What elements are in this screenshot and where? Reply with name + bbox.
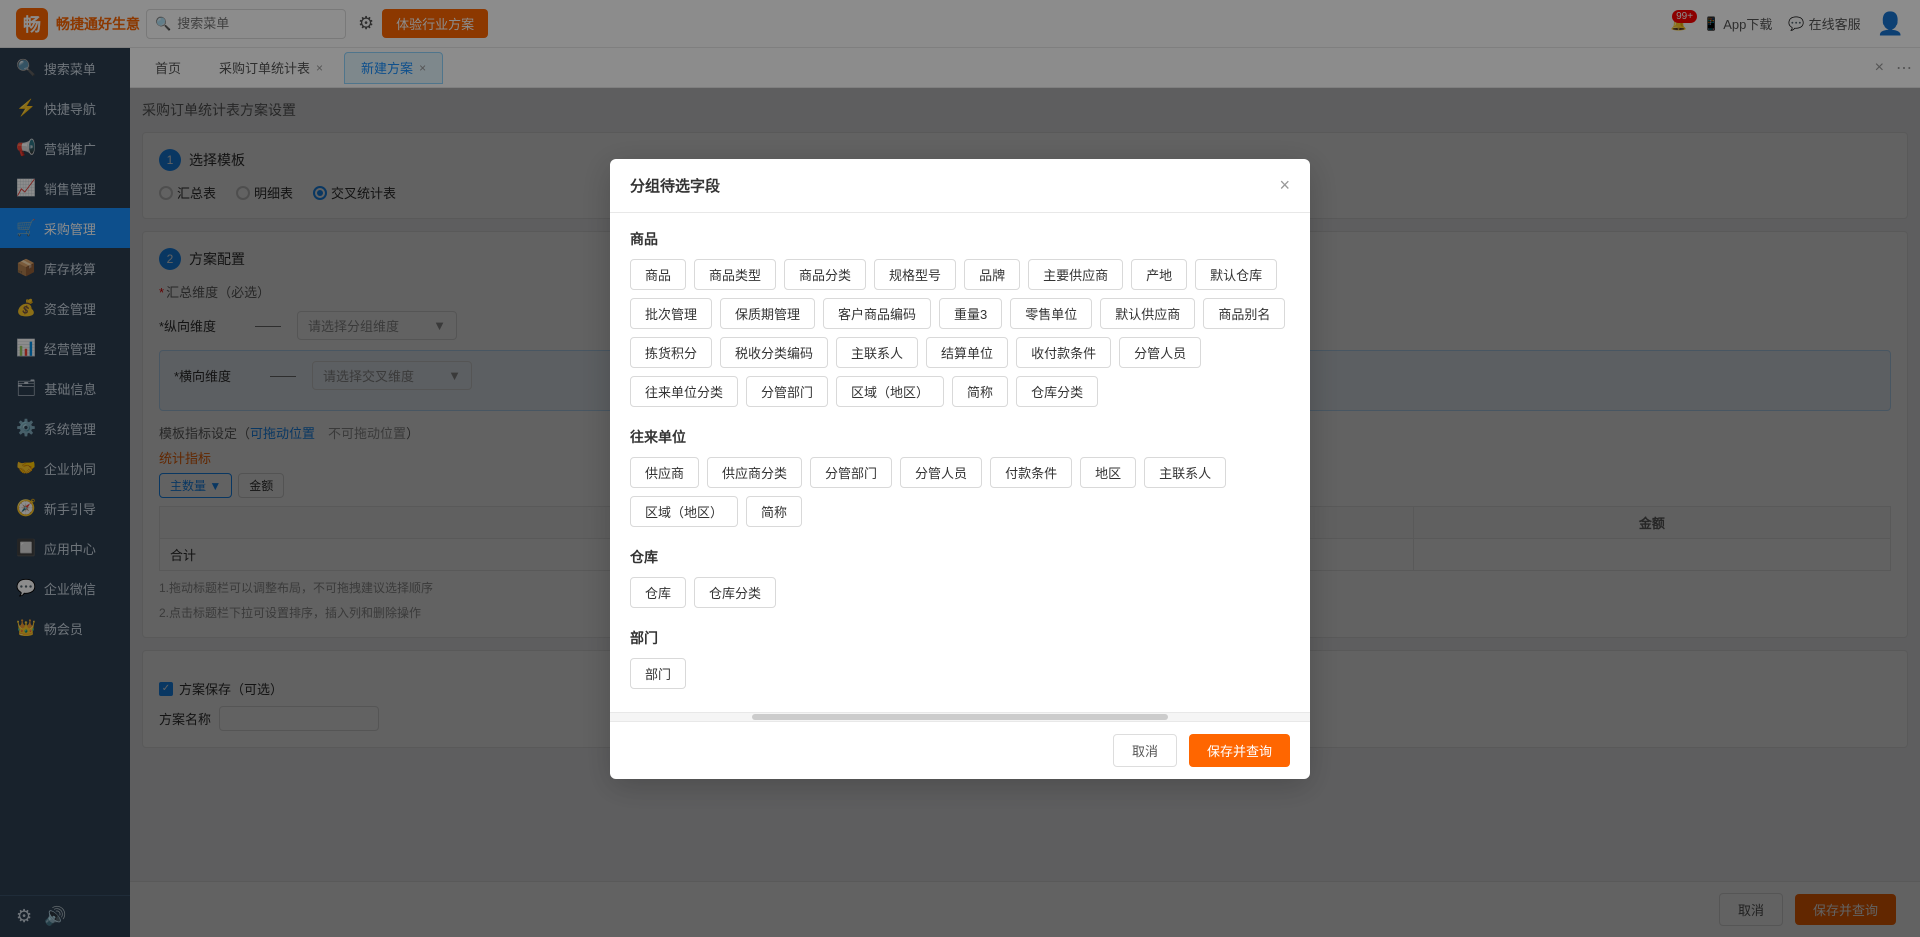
field-dept2[interactable]: 分管部门: [810, 457, 892, 488]
modal-cancel-btn[interactable]: 取消: [1113, 734, 1177, 767]
field-supervisor2[interactable]: 分管人员: [900, 457, 982, 488]
modal-footer: 取消 保存并查询: [610, 721, 1310, 779]
field-settle-unit[interactable]: 结算单位: [926, 337, 1008, 368]
section-dept-title: 部门: [630, 628, 1290, 648]
modal-header: 分组待选字段 ×: [610, 159, 1310, 213]
modal-save-btn[interactable]: 保存并查询: [1189, 734, 1290, 767]
field-brand[interactable]: 品牌: [964, 259, 1020, 290]
modal-overlay[interactable]: 分组待选字段 × 商品 商品 商品类型 商品分类 规格型号 品牌 主要供应商 产…: [0, 0, 1920, 937]
modal-dialog: 分组待选字段 × 商品 商品 商品类型 商品分类 规格型号 品牌 主要供应商 产…: [610, 159, 1310, 779]
field-payment-cond[interactable]: 付款条件: [990, 457, 1072, 488]
section-partner: 往来单位 供应商 供应商分类 分管部门 分管人员 付款条件 地区 主联系人 区域…: [630, 427, 1290, 527]
field-wh-cat[interactable]: 仓库分类: [694, 577, 776, 608]
field-origin[interactable]: 产地: [1131, 259, 1187, 290]
field-goods[interactable]: 商品: [630, 259, 686, 290]
modal-title: 分组待选字段: [630, 175, 720, 196]
modal-hscroll[interactable]: [610, 712, 1310, 721]
field-dept[interactable]: 部门: [630, 658, 686, 689]
field-main-contact2[interactable]: 主联系人: [1144, 457, 1226, 488]
field-supplier[interactable]: 供应商: [630, 457, 699, 488]
field-supplier-cat[interactable]: 供应商分类: [707, 457, 802, 488]
field-warehouse-cat[interactable]: 仓库分类: [1016, 376, 1098, 407]
field-weight3[interactable]: 重量3: [939, 298, 1002, 329]
field-customer-code[interactable]: 客户商品编码: [823, 298, 931, 329]
field-region2[interactable]: 地区: [1080, 457, 1136, 488]
modal-hscroll-bar: [752, 714, 1167, 720]
field-pick-points[interactable]: 拣货积分: [630, 337, 712, 368]
field-abbr2[interactable]: 简称: [746, 496, 802, 527]
field-dept-mgmt[interactable]: 分管部门: [746, 376, 828, 407]
field-supervisor[interactable]: 分管人员: [1119, 337, 1201, 368]
field-abbr[interactable]: 简称: [952, 376, 1008, 407]
field-main-contact[interactable]: 主联系人: [836, 337, 918, 368]
field-source-unit[interactable]: 往来单位分类: [630, 376, 738, 407]
field-batch-mgmt[interactable]: 批次管理: [630, 298, 712, 329]
field-alias[interactable]: 商品别名: [1203, 298, 1285, 329]
section-goods-title: 商品: [630, 229, 1290, 249]
section-warehouse: 仓库 仓库 仓库分类: [630, 547, 1290, 608]
goods-fields: 商品 商品类型 商品分类 规格型号 品牌 主要供应商 产地 默认仓库 批次管理 …: [630, 259, 1290, 407]
partner-fields: 供应商 供应商分类 分管部门 分管人员 付款条件 地区 主联系人 区域（地区） …: [630, 457, 1290, 527]
field-payment-terms[interactable]: 收付款条件: [1016, 337, 1111, 368]
section-partner-title: 往来单位: [630, 427, 1290, 447]
dept-fields: 部门: [630, 658, 1290, 689]
section-warehouse-title: 仓库: [630, 547, 1290, 567]
field-spec-type[interactable]: 规格型号: [874, 259, 956, 290]
field-goods-type[interactable]: 商品类型: [694, 259, 776, 290]
warehouse-fields: 仓库 仓库分类: [630, 577, 1290, 608]
field-region3[interactable]: 区域（地区）: [630, 496, 738, 527]
field-default-warehouse[interactable]: 默认仓库: [1195, 259, 1277, 290]
section-goods: 商品 商品 商品类型 商品分类 规格型号 品牌 主要供应商 产地 默认仓库 批次…: [630, 229, 1290, 407]
field-default-supplier[interactable]: 默认供应商: [1100, 298, 1195, 329]
modal-body: 商品 商品 商品类型 商品分类 规格型号 品牌 主要供应商 产地 默认仓库 批次…: [610, 213, 1310, 712]
field-region[interactable]: 区域（地区）: [836, 376, 944, 407]
field-quality-mgmt[interactable]: 保质期管理: [720, 298, 815, 329]
modal-close-btn[interactable]: ×: [1279, 175, 1290, 196]
field-goods-category[interactable]: 商品分类: [784, 259, 866, 290]
field-main-supplier[interactable]: 主要供应商: [1028, 259, 1123, 290]
field-retail-unit[interactable]: 零售单位: [1010, 298, 1092, 329]
field-tax-code[interactable]: 税收分类编码: [720, 337, 828, 368]
section-dept: 部门 部门: [630, 628, 1290, 689]
field-wh[interactable]: 仓库: [630, 577, 686, 608]
